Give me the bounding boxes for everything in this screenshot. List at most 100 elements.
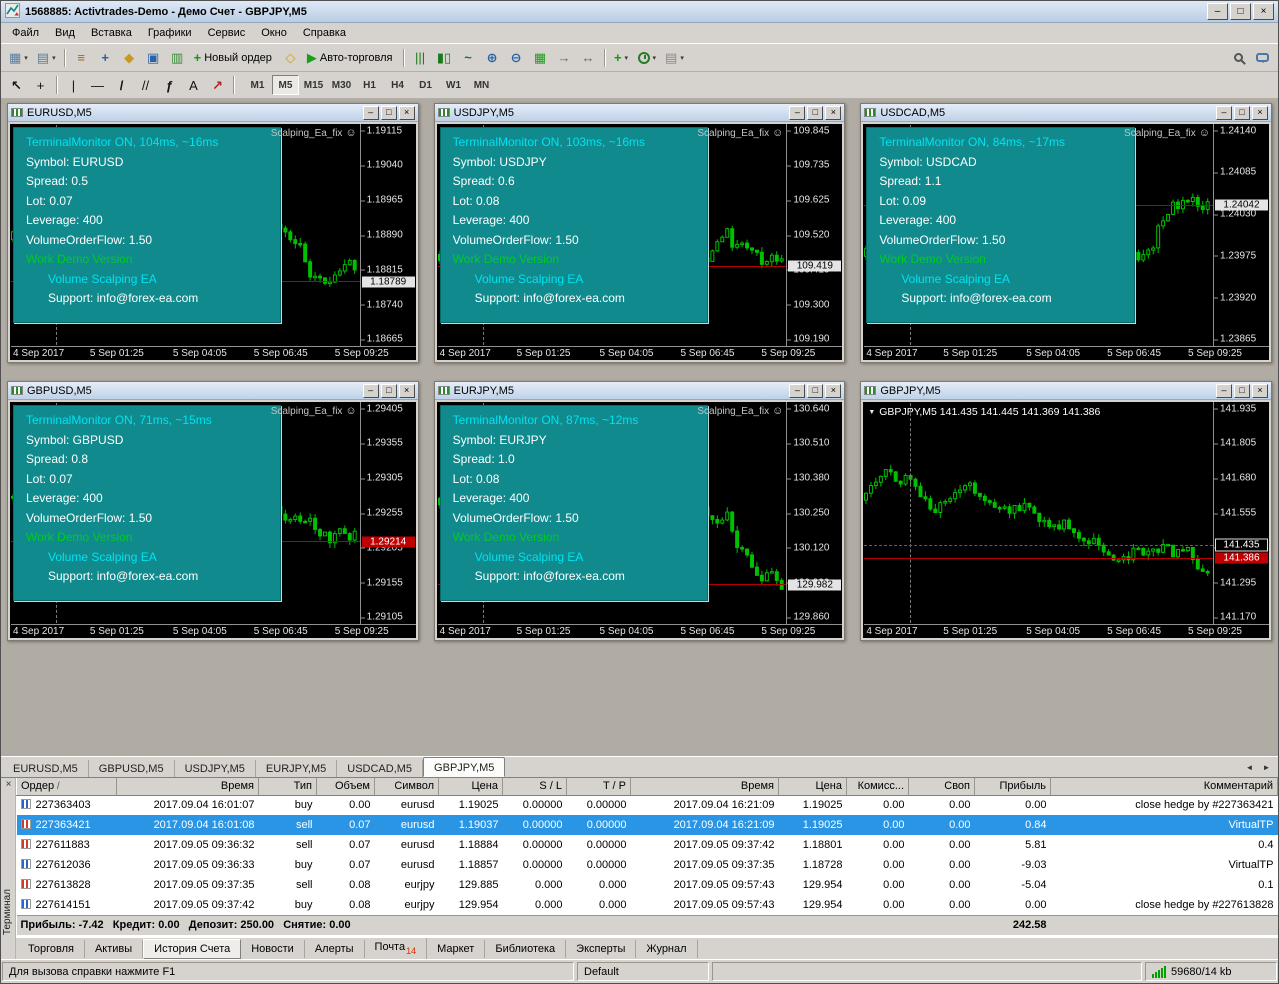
chart-plot[interactable]: TerminalMonitor ON, 87ms, ~12ms Symbol: E… (437, 403, 787, 623)
chart-plot[interactable]: TerminalMonitor ON, 103ms, ~16ms Symbol: … (437, 125, 787, 345)
price-axis[interactable]: 109.845109.735109.625109.520109.410109.3… (786, 124, 842, 346)
restore-button[interactable] (1230, 3, 1251, 20)
toolbar-arrows-tool-button[interactable]: ↗ (206, 74, 229, 96)
menu-insert[interactable]: Вставка (83, 24, 140, 42)
toolbar-metaeditor-button[interactable]: ◇ (279, 47, 302, 69)
column-header-11[interactable]: Своп (908, 778, 975, 796)
column-header-7[interactable]: T / P (566, 778, 631, 796)
ea-smiley-button[interactable]: Scalping_Ea_fix ☺ (697, 405, 783, 417)
chart-tab-eurusd[interactable]: EURUSD,M5 (3, 760, 89, 777)
chart-close-button[interactable] (398, 383, 415, 398)
toolbar-market-watch-button[interactable]: ≡ (70, 47, 93, 69)
toolbar-data-window-button[interactable]: + (94, 47, 117, 69)
chart-close-button[interactable] (825, 105, 842, 120)
minimize-button[interactable] (1207, 3, 1228, 20)
timeframe-h4[interactable]: H4 (384, 75, 411, 95)
terminal-tab-journal[interactable]: Журнал (636, 939, 698, 958)
chart-titlebar-eurusd[interactable]: EURUSD,M5 (8, 104, 418, 122)
column-header-3[interactable]: Объем (316, 778, 375, 796)
tabs-scroll-right-icon[interactable]: ► (1259, 760, 1274, 775)
toolbar-new-order-button[interactable]: + Новый ордер (190, 47, 278, 69)
toolbar-zoom-in-button[interactable]: ⊕ (481, 47, 504, 69)
chart-tab-usdjpy[interactable]: USDJPY,M5 (175, 760, 256, 777)
chart-plot[interactable]: TerminalMonitor ON, 71ms, ~15ms Symbol: G… (11, 403, 360, 623)
column-header-0[interactable]: Ордер / (16, 778, 117, 796)
chart-minimize-button[interactable] (362, 105, 379, 120)
toolbar-new-chart-button[interactable]: ▦ ▾ (5, 47, 32, 69)
timeframe-m5[interactable]: M5 (272, 75, 299, 95)
column-header-1[interactable]: Время (116, 778, 259, 796)
menu-view[interactable]: Вид (47, 24, 83, 42)
terminal-tab-alerts[interactable]: Алерты (305, 939, 365, 958)
terminal-close-icon[interactable] (3, 780, 14, 791)
toolbar-zoom-out-button[interactable]: ⊖ (505, 47, 528, 69)
chart-minimize-button[interactable] (789, 105, 806, 120)
chart-close-button[interactable] (825, 383, 842, 398)
chart-restore-button[interactable] (1233, 105, 1250, 120)
chart-close-button[interactable] (398, 105, 415, 120)
terminal-tab-mailbox[interactable]: Почта14 (365, 938, 428, 959)
chart-tab-gbpjpy[interactable]: GBPJPY,M5 (423, 757, 506, 777)
menu-file[interactable]: Файл (4, 24, 47, 42)
price-axis[interactable]: 130.640 130.510 130.380 130.250 130.120 129.9… (786, 402, 842, 624)
toolbar-channel-tool-button[interactable]: // (134, 74, 157, 96)
history-row[interactable]: 227363403 2017.09.04 16:01:07 buy 0.00 eurus… (17, 795, 1278, 815)
time-axis[interactable]: 4 Sep 2017 5 Sep 01:25 5 Sep 04:05 5 Sep 06… (11, 346, 416, 360)
toolbar-autotrading-button[interactable]: ▶ Авто-торговля (303, 47, 399, 69)
column-header-10[interactable]: Комисс... (846, 778, 909, 796)
terminal-tab-market[interactable]: Маркет (427, 939, 486, 958)
time-axis[interactable]: 4 Sep 2017 5 Sep 01:25 5 Sep 04:05 5 Sep 06… (437, 624, 843, 638)
column-header-5[interactable]: Цена (438, 778, 503, 796)
toolbar-indicators-button[interactable]: + ▾ (610, 47, 633, 69)
column-header-13[interactable]: Комментарий (1050, 778, 1278, 796)
history-row[interactable]: 227613828 2017.09.05 09:37:35 sell 0.08 eurj… (17, 875, 1278, 895)
timeframe-m15[interactable]: M15 (300, 75, 327, 95)
column-header-6[interactable]: S / L (502, 778, 567, 796)
terminal-tab-account-history[interactable]: История Счета (143, 938, 242, 959)
timeframe-m1[interactable]: M1 (244, 75, 271, 95)
toolbar-templates-button[interactable]: ▤ ▾ (661, 47, 688, 69)
chart-restore-button[interactable] (380, 105, 397, 120)
toolbar-vertical-line-tool-button[interactable]: | (62, 74, 85, 96)
history-row[interactable]: 227614151 2017.09.05 09:37:42 buy 0.08 eurjp… (17, 895, 1278, 915)
terminal-tab-assets[interactable]: Активы (85, 939, 144, 958)
time-axis[interactable]: 4 Sep 2017 5 Sep 01:25 5 Sep 04:05 5 Sep 06… (437, 346, 843, 360)
history-row[interactable]: 227612036 2017.09.05 09:36:33 buy 0.07 eurus… (17, 855, 1278, 875)
tabs-scroll-left-icon[interactable]: ◄ (1242, 760, 1257, 775)
toolbar-candle-chart-mode-button[interactable]: ▮▯ (433, 47, 456, 69)
toolbar-strategy-tester-button[interactable]: ▥ (166, 47, 189, 69)
chart-titlebar-usdjpy[interactable]: USDJPY,M5 (434, 104, 845, 122)
history-row[interactable]: 227363421 2017.09.04 16:01:08 sell 0.07 euru… (16, 815, 1278, 835)
toolbar-cursor-button[interactable]: ↖ (5, 74, 28, 96)
timeframe-w1[interactable]: W1 (440, 75, 467, 95)
ea-smiley-button[interactable]: Scalping_Ea_fix ☺ (271, 405, 357, 417)
chart-minimize-button[interactable] (1215, 105, 1232, 120)
toolbar-community-chat-button[interactable] (1251, 47, 1274, 69)
chart-restore-button[interactable] (807, 105, 824, 120)
chart-minimize-button[interactable] (362, 383, 379, 398)
chart-titlebar-eurjpy[interactable]: EURJPY,M5 (434, 382, 845, 400)
chart-tab-usdcad[interactable]: USDCAD,M5 (337, 760, 424, 777)
chart-plot[interactable]: TerminalMonitor ON, 84ms, ~17ms Symbol: U… (864, 125, 1213, 345)
column-header-9[interactable]: Цена (778, 778, 847, 796)
chart-close-button[interactable] (1251, 105, 1268, 120)
price-axis[interactable]: 1.29405 1.29355 1.29305 1.29255 1.29205 1.291… (359, 402, 416, 624)
titlebar[interactable]: 1568885: Activtrades-Demo - Демо Счет - … (1, 1, 1278, 23)
time-axis[interactable]: 4 Sep 2017 5 Sep 01:25 5 Sep 04:05 5 Sep 06… (11, 624, 416, 638)
column-header-2[interactable]: Тип (258, 778, 317, 796)
toolbar-line-chart-mode-button[interactable]: ~ (457, 47, 480, 69)
chart-plot[interactable]: TerminalMonitor ON, 104ms, ~16ms Symbol: … (11, 125, 360, 345)
timeframe-d1[interactable]: D1 (412, 75, 439, 95)
column-header-8[interactable]: Время (630, 778, 779, 796)
chart-plot[interactable]: ▼ GBPJPY,M5 141.435 141.445 141.369 141.3… (864, 403, 1213, 623)
terminal-tab-news[interactable]: Новости (241, 939, 305, 958)
terminal-tab-library[interactable]: Библиотека (485, 939, 567, 958)
chart-minimize-button[interactable] (1215, 383, 1232, 398)
chart-restore-button[interactable] (380, 383, 397, 398)
chart-close-button[interactable] (1251, 383, 1268, 398)
status-profile[interactable]: Default (577, 962, 709, 981)
price-axis[interactable]: 1.19115 1.19040 1.18965 1.18890 1.18815 1.187… (359, 124, 416, 346)
column-header-12[interactable]: Прибыль (974, 778, 1051, 796)
menu-charts[interactable]: Графики (140, 24, 200, 42)
chart-titlebar-usdcad[interactable]: USDCAD,M5 (861, 104, 1271, 122)
